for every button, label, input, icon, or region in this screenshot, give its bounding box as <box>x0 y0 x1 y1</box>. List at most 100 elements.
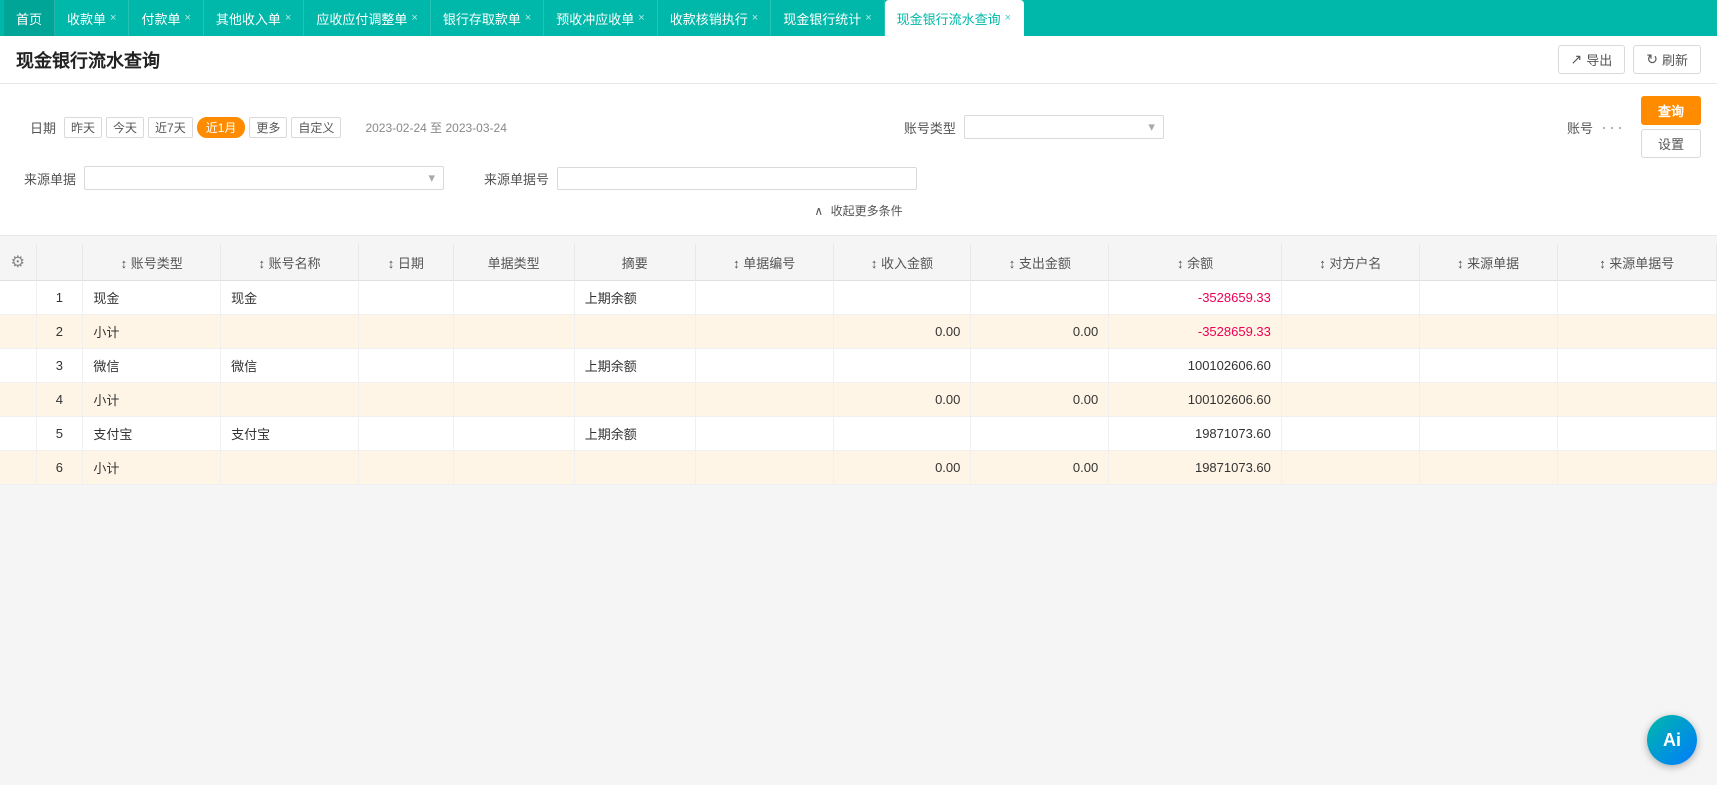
date-shortcuts: 昨天 今天 近7天 近1月 更多 自定义 <box>64 117 341 138</box>
cell-account-type: 小计 <box>83 315 221 349</box>
close-icon[interactable]: × <box>110 12 116 24</box>
cell-index: 6 <box>36 451 83 485</box>
cell-source-doc <box>1419 383 1557 417</box>
cell-income: 0.00 <box>833 451 971 485</box>
account-type-select[interactable]: ▾ <box>964 115 1164 139</box>
cell-doc-number <box>695 417 833 451</box>
col-account-name[interactable]: ↕ 账号名称 <box>221 244 359 281</box>
nav-tab-cash-bank-flow[interactable]: 现金银行流水查询 × <box>885 0 1024 36</box>
gear-icon[interactable]: ⚙ <box>11 254 25 271</box>
nav-tab-receipt[interactable]: 收款单 × <box>55 0 129 36</box>
col-balance[interactable]: ↕ 余额 <box>1109 244 1282 281</box>
page-header: 现金银行流水查询 ↗ 导出 ↻ 刷新 <box>0 36 1717 84</box>
date-btn-custom[interactable]: 自定义 <box>291 117 341 138</box>
close-icon[interactable]: × <box>411 12 417 24</box>
date-btn-more[interactable]: 更多 <box>249 117 287 138</box>
filter-row-source: 来源单据 ▾ 来源单据号 <box>16 166 1701 190</box>
cell-counterparty <box>1281 451 1419 485</box>
cell-source-doc-num <box>1557 417 1716 451</box>
nav-tab-bank-deposit[interactable]: 银行存取款单 × <box>431 0 544 36</box>
export-button[interactable]: ↗ 导出 <box>1558 45 1626 74</box>
close-icon[interactable]: × <box>1005 12 1011 24</box>
settings-button[interactable]: 设置 <box>1641 129 1701 158</box>
refresh-button[interactable]: ↻ 刷新 <box>1633 45 1701 74</box>
cell-summary: 上期余额 <box>574 417 695 451</box>
tab-label: 银行存取款单 <box>443 9 521 28</box>
cell-date <box>358 315 453 349</box>
col-income[interactable]: ↕ 收入金额 <box>833 244 971 281</box>
nav-tab-advance-offset[interactable]: 预收冲应收单 × <box>544 0 657 36</box>
col-account-type[interactable]: ↕ 账号类型 <box>83 244 221 281</box>
table-row: 5 支付宝 支付宝 上期余额 19871073.60 <box>0 417 1717 451</box>
cell-index: 4 <box>36 383 83 417</box>
export-label: 导出 <box>1586 50 1612 69</box>
cell-date <box>358 281 453 315</box>
col-counterparty[interactable]: ↕ 对方户名 <box>1281 244 1419 281</box>
cell-balance: -3528659.33 <box>1109 281 1282 315</box>
cell-doc-type <box>453 349 574 383</box>
cell-source-doc <box>1419 417 1557 451</box>
cell-date <box>358 383 453 417</box>
col-date[interactable]: ↕ 日期 <box>358 244 453 281</box>
cell-counterparty <box>1281 383 1419 417</box>
cell-date <box>358 349 453 383</box>
chevron-down-icon: ▾ <box>1148 119 1155 135</box>
nav-tab-home[interactable]: 首页 <box>4 0 55 36</box>
collapse-bar[interactable]: ∧ 收起更多条件 <box>16 198 1701 223</box>
account-dots[interactable]: ··· <box>1601 117 1625 138</box>
cell-index: 1 <box>36 281 83 315</box>
close-icon[interactable]: × <box>638 12 644 24</box>
date-btn-7days[interactable]: 近7天 <box>148 117 193 138</box>
source-doc-num-label: 来源单据号 <box>484 169 549 188</box>
nav-tab-other-income[interactable]: 其他收入单 × <box>204 0 304 36</box>
close-icon[interactable]: × <box>525 12 531 24</box>
nav-tab-collection-exec[interactable]: 收款核销执行 × <box>658 0 771 36</box>
source-doc-num-input[interactable] <box>557 167 917 190</box>
page-title: 现金银行流水查询 <box>16 47 160 73</box>
tab-label: 现金银行流水查询 <box>897 9 1001 28</box>
cell-expense: 0.00 <box>971 451 1109 485</box>
header-actions: ↗ 导出 ↻ 刷新 <box>1558 45 1702 74</box>
col-index <box>36 244 83 281</box>
nav-tab-cash-bank-stats[interactable]: 现金银行统计 × <box>771 0 884 36</box>
col-source-doc-num[interactable]: ↕ 来源单据号 <box>1557 244 1716 281</box>
close-icon[interactable]: × <box>865 12 871 24</box>
cell-doc-type <box>453 281 574 315</box>
date-btn-yesterday[interactable]: 昨天 <box>64 117 102 138</box>
nav-tab-ar-adjustment[interactable]: 应收应付调整单 × <box>304 0 430 36</box>
cell-account-name <box>221 451 359 485</box>
cell-doc-number <box>695 451 833 485</box>
nav-tab-payment[interactable]: 付款单 × <box>129 0 203 36</box>
date-btn-today[interactable]: 今天 <box>106 117 144 138</box>
cell-source-doc <box>1419 349 1557 383</box>
cell-summary <box>574 383 695 417</box>
date-btn-1month[interactable]: 近1月 <box>197 117 246 138</box>
chevron-down-icon: ▾ <box>428 170 435 186</box>
ai-assistant-button[interactable]: Ai <box>1647 715 1697 765</box>
col-source-doc[interactable]: ↕ 来源单据 <box>1419 244 1557 281</box>
query-button[interactable]: 查询 <box>1641 96 1701 125</box>
refresh-label: 刷新 <box>1662 50 1688 69</box>
data-table: ⚙ ↕ 账号类型 ↕ 账号名称 ↕ 日期 单据类型 摘要 ↕ 单据编号 <box>0 244 1717 485</box>
close-icon[interactable]: × <box>184 12 190 24</box>
cell-summary: 上期余额 <box>574 281 695 315</box>
cell-expense: 0.00 <box>971 383 1109 417</box>
col-doc-type: 单据类型 <box>453 244 574 281</box>
cell-source-doc-num <box>1557 383 1716 417</box>
cell-expense <box>971 281 1109 315</box>
close-icon[interactable]: × <box>285 12 291 24</box>
col-doc-number[interactable]: ↕ 单据编号 <box>695 244 833 281</box>
cell-account-type: 小计 <box>83 451 221 485</box>
cell-account-name: 支付宝 <box>221 417 359 451</box>
close-icon[interactable]: × <box>752 12 758 24</box>
col-expense[interactable]: ↕ 支出金额 <box>971 244 1109 281</box>
cell-doc-type <box>453 417 574 451</box>
cell-income: 0.00 <box>833 383 971 417</box>
refresh-icon: ↻ <box>1646 51 1658 68</box>
cell-account-name <box>221 383 359 417</box>
cell-account-name: 现金 <box>221 281 359 315</box>
col-settings[interactable]: ⚙ <box>0 244 36 281</box>
cell-doc-number <box>695 349 833 383</box>
source-doc-select[interactable]: ▾ <box>84 166 444 190</box>
tab-label: 应收应付调整单 <box>316 9 407 28</box>
